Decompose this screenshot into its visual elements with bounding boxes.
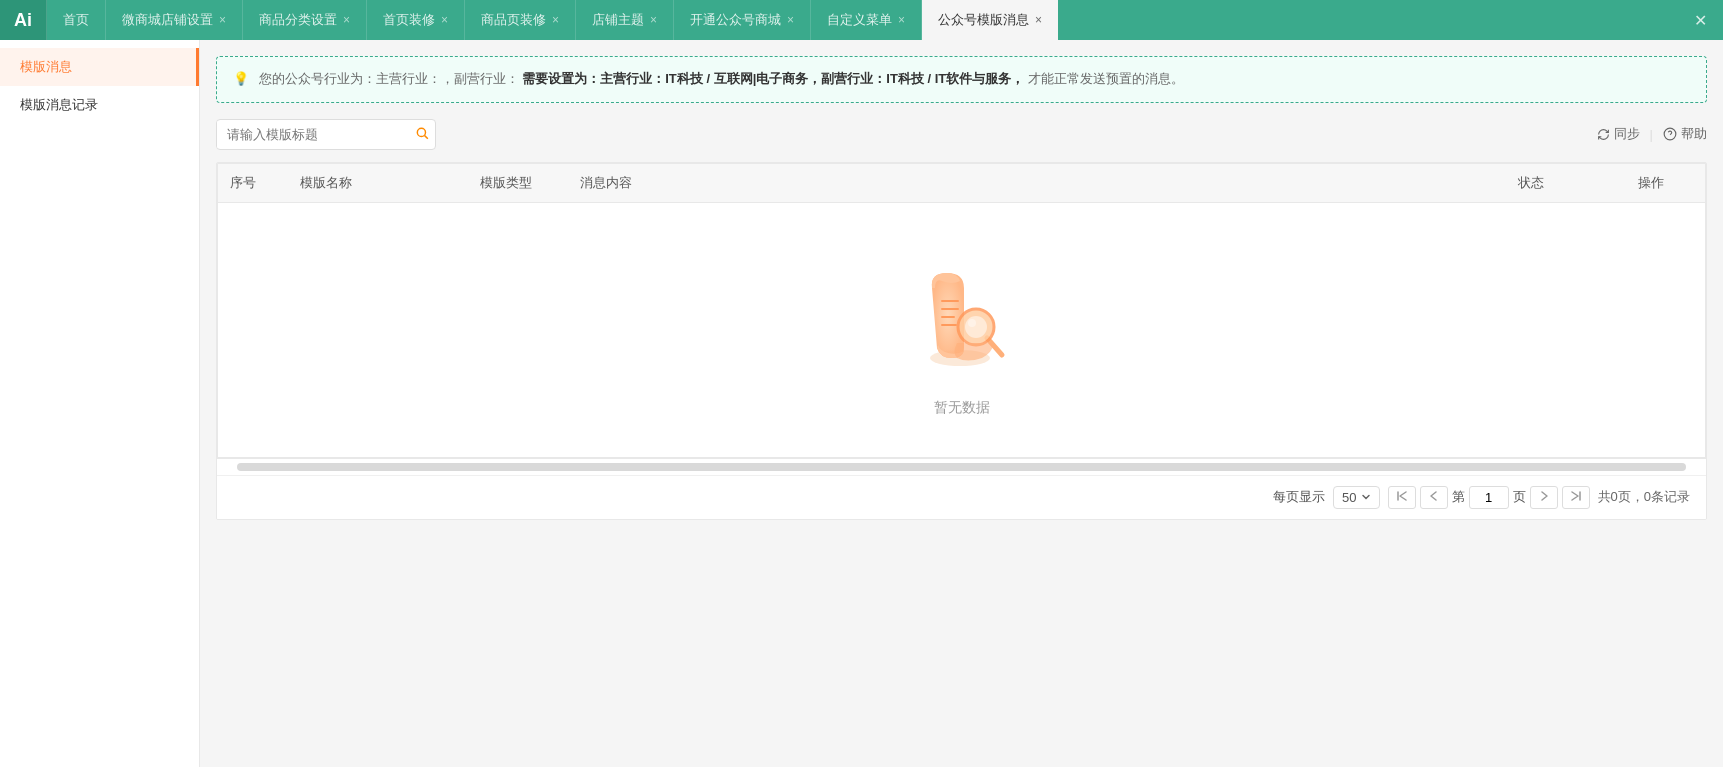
first-page-button[interactable] — [1388, 486, 1416, 509]
col-header-type: 模版类型 — [468, 163, 568, 202]
pagination: 每页显示 50 — [217, 475, 1706, 519]
tab-close-button[interactable]: × — [898, 13, 905, 27]
notice-prefix: 您的公众号行业为：主营行业：，副营行业： — [259, 71, 519, 86]
tab-item-product-category[interactable]: 商品分类设置 × — [243, 0, 367, 40]
table-header-row: 序号模版名称模版类型消息内容状态操作 — [218, 163, 1706, 202]
tab-item-home[interactable]: 首页 — [47, 0, 106, 40]
page-prefix: 第 — [1452, 488, 1465, 506]
app-logo: Ai — [0, 0, 47, 40]
col-header-name: 模版名称 — [288, 163, 468, 202]
tab-item-custom-menu[interactable]: 自定义菜单 × — [811, 0, 922, 40]
table-wrapper: 序号模版名称模版类型消息内容状态操作 — [216, 162, 1707, 520]
tab-label: 商品分类设置 — [259, 11, 337, 29]
tab-close-button[interactable]: × — [441, 13, 448, 27]
tab-label: 公众号模版消息 — [938, 11, 1029, 29]
col-header-seq: 序号 — [218, 163, 288, 202]
tab-label: 开通公众号商城 — [690, 11, 781, 29]
table-body: 暂无数据 — [218, 202, 1706, 457]
sidebar-items-container: 模版消息模版消息记录 — [0, 48, 199, 124]
scrollbar-area — [217, 458, 1706, 475]
main-layout: 模版消息模版消息记录 💡 您的公众号行业为：主营行业：，副营行业： 需要设置为：… — [0, 40, 1723, 767]
empty-state: 暂无数据 — [218, 203, 1705, 457]
tab-close-button[interactable]: × — [219, 13, 226, 27]
empty-state-text: 暂无数据 — [934, 399, 990, 417]
search-button[interactable] — [405, 120, 436, 149]
tab-close-button[interactable]: × — [1035, 13, 1042, 27]
notice-suffix: 才能正常发送预置的消息。 — [1028, 71, 1184, 86]
notice-icon: 💡 — [233, 71, 249, 86]
tab-close-button[interactable]: × — [650, 13, 657, 27]
notice-banner: 💡 您的公众号行业为：主营行业：，副营行业： 需要设置为：主营行业：IT科技 /… — [216, 56, 1707, 103]
last-page-button[interactable] — [1562, 486, 1590, 509]
tab-label: 店铺主题 — [592, 11, 644, 29]
tab-close-button[interactable]: × — [787, 13, 794, 27]
tab-label: 商品页装修 — [481, 11, 546, 29]
tab-item-template-msg[interactable]: 公众号模版消息 × — [922, 0, 1058, 40]
help-label: 帮助 — [1681, 125, 1707, 143]
tab-close-button[interactable]: × — [343, 13, 350, 27]
content-area: 💡 您的公众号行业为：主营行业：，副营行业： 需要设置为：主营行业：IT科技 /… — [200, 40, 1723, 767]
col-header-action: 操作 — [1626, 163, 1706, 202]
svg-point-12 — [968, 319, 976, 327]
tab-label: 首页装修 — [383, 11, 435, 29]
sidebar-item-template-msg-log[interactable]: 模版消息记录 — [0, 86, 199, 124]
page-size-label: 每页显示 — [1273, 488, 1325, 506]
horizontal-scrollbar[interactable] — [237, 463, 1686, 471]
tab-item-homepage-deco[interactable]: 首页装修 × — [367, 0, 465, 40]
svg-point-0 — [417, 128, 425, 136]
toolbar-right: 同步 | 帮助 — [1597, 125, 1707, 143]
page-navigation: 第 页 — [1388, 486, 1590, 509]
search-input-wrapper — [216, 119, 436, 150]
next-page-button[interactable] — [1530, 486, 1558, 509]
page-suffix: 页 — [1513, 488, 1526, 506]
sync-label: 同步 — [1614, 125, 1640, 143]
tab-close-button[interactable]: × — [552, 13, 559, 27]
data-table: 序号模版名称模版类型消息内容状态操作 — [217, 163, 1706, 458]
tab-bar: Ai 首页微商城店铺设置×商品分类设置×首页装修×商品页装修×店铺主题×开通公众… — [0, 0, 1723, 40]
svg-line-1 — [425, 135, 428, 138]
tab-label: 微商城店铺设置 — [122, 11, 213, 29]
total-info: 共0页，0条记录 — [1598, 488, 1690, 506]
tabs-container: 首页微商城店铺设置×商品分类设置×首页装修×商品页装修×店铺主题×开通公众号商城… — [47, 0, 1058, 40]
sidebar: 模版消息模版消息记录 — [0, 40, 200, 767]
tab-item-shop-theme[interactable]: 店铺主题 × — [576, 0, 674, 40]
empty-state-icon — [902, 263, 1022, 383]
col-header-status: 状态 — [1506, 163, 1626, 202]
tab-label: 自定义菜单 — [827, 11, 892, 29]
tab-item-product-deco[interactable]: 商品页装修 × — [465, 0, 576, 40]
sidebar-item-template-msg[interactable]: 模版消息 — [0, 48, 199, 86]
svg-point-11 — [965, 316, 987, 338]
col-header-content: 消息内容 — [568, 163, 1506, 202]
tab-label: 首页 — [63, 11, 89, 29]
help-button[interactable]: 帮助 — [1663, 125, 1707, 143]
search-input[interactable] — [217, 121, 405, 148]
prev-page-button[interactable] — [1420, 486, 1448, 509]
page-size-value: 50 — [1342, 490, 1356, 505]
empty-state-row: 暂无数据 — [218, 202, 1706, 457]
page-number-input[interactable] — [1469, 486, 1509, 509]
search-bar: 同步 | 帮助 — [216, 119, 1707, 150]
tab-item-open-mall[interactable]: 开通公众号商城 × — [674, 0, 811, 40]
toolbar-divider: | — [1650, 127, 1653, 142]
global-close-button[interactable]: ✕ — [1678, 11, 1723, 30]
notice-highlight: 需要设置为：主营行业：IT科技 / 互联网|电子商务，副营行业：IT科技 / I… — [522, 71, 1024, 86]
sync-button[interactable]: 同步 — [1597, 125, 1640, 143]
page-size-selector[interactable]: 50 — [1333, 486, 1379, 509]
tab-item-wshop[interactable]: 微商城店铺设置 × — [106, 0, 243, 40]
